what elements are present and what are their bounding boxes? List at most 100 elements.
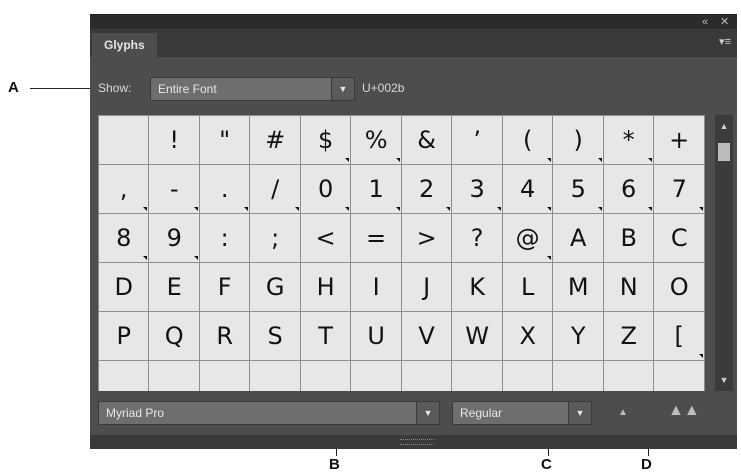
glyph-cell[interactable]: F bbox=[198, 262, 251, 312]
glyph-cell[interactable]: C bbox=[653, 213, 705, 263]
glyph-char: S bbox=[267, 322, 283, 350]
glyph-cell[interactable]: R bbox=[198, 311, 251, 361]
glyph-cell[interactable]: Z bbox=[602, 311, 655, 361]
glyph-cell[interactable] bbox=[501, 360, 554, 391]
glyph-cell[interactable]: V bbox=[400, 311, 453, 361]
show-dropdown[interactable]: Entire Font ▼ bbox=[150, 77, 355, 101]
glyph-cell[interactable]: 6 bbox=[602, 164, 655, 214]
resize-grip[interactable] bbox=[400, 439, 434, 445]
glyph-cell[interactable]: / bbox=[249, 164, 301, 214]
glyph-cell[interactable] bbox=[249, 360, 301, 391]
glyph-cell[interactable] bbox=[451, 360, 503, 391]
glyph-cell[interactable]: = bbox=[350, 213, 402, 263]
glyph-char: T bbox=[318, 322, 333, 350]
font-family-dropdown[interactable]: Myriad Pro ▼ bbox=[98, 401, 440, 425]
glyph-cell[interactable]: 1 bbox=[350, 164, 402, 214]
glyph-cell[interactable]: ) bbox=[552, 115, 604, 165]
glyph-cell[interactable]: % bbox=[350, 115, 402, 165]
glyph-cell[interactable] bbox=[98, 115, 150, 165]
glyph-cell[interactable]: 0 bbox=[299, 164, 352, 214]
glyph-cell[interactable]: ( bbox=[501, 115, 554, 165]
close-icon[interactable]: ✕ bbox=[720, 15, 729, 29]
glyph-char: W bbox=[465, 322, 489, 350]
glyph-cell[interactable]: < bbox=[299, 213, 352, 263]
font-style-dropdown[interactable]: Regular ▼ bbox=[452, 401, 592, 425]
glyph-cell[interactable]: 5 bbox=[552, 164, 604, 214]
glyph-cell[interactable] bbox=[148, 360, 200, 391]
glyph-cell[interactable]: I bbox=[350, 262, 402, 312]
glyph-cell[interactable]: J bbox=[400, 262, 453, 312]
glyph-char: 8 bbox=[116, 224, 132, 252]
glyph-cell[interactable]: , bbox=[98, 164, 150, 214]
glyph-cell[interactable] bbox=[350, 360, 402, 391]
glyph-char: J bbox=[423, 273, 431, 301]
glyph-cell[interactable]: . bbox=[198, 164, 251, 214]
glyph-cell[interactable]: B bbox=[602, 213, 655, 263]
glyph-cell[interactable]: & bbox=[400, 115, 453, 165]
panel-menu-icon[interactable]: ▾≡ bbox=[719, 35, 731, 48]
glyph-row: , -. / 0 1 2 3 4 5 6 7 bbox=[98, 164, 705, 214]
glyph-cell[interactable]: X bbox=[501, 311, 554, 361]
glyph-cell[interactable]: H bbox=[299, 262, 352, 312]
glyph-cell[interactable]: N bbox=[602, 262, 655, 312]
glyph-cell[interactable] bbox=[198, 360, 251, 391]
glyph-cell[interactable]: # bbox=[249, 115, 301, 165]
glyph-cell[interactable]: ; bbox=[249, 213, 301, 263]
glyph-cell[interactable]: E bbox=[148, 262, 200, 312]
glyph-cell[interactable]: M bbox=[552, 262, 604, 312]
glyph-cell[interactable]: @ bbox=[501, 213, 554, 263]
glyph-char: - bbox=[169, 175, 179, 203]
glyph-cell[interactable]: " bbox=[198, 115, 251, 165]
glyph-char: 1 bbox=[368, 175, 384, 203]
glyph-cell[interactable]: T bbox=[299, 311, 352, 361]
scroll-thumb[interactable] bbox=[718, 143, 730, 161]
double-chevron-left-icon[interactable]: « bbox=[702, 15, 708, 29]
glyph-cell[interactable]: U bbox=[350, 311, 402, 361]
large-mountain-icon[interactable]: ▲▲ bbox=[668, 402, 700, 420]
glyph-cell[interactable] bbox=[400, 360, 453, 391]
glyph-char: L bbox=[520, 273, 535, 301]
scroll-up-icon[interactable]: ▲ bbox=[715, 121, 733, 131]
tab-glyphs[interactable]: Glyphs bbox=[92, 33, 157, 57]
alternate-indicator-icon bbox=[496, 207, 501, 211]
glyph-cell[interactable]: 4 bbox=[501, 164, 554, 214]
glyph-scrollbar[interactable]: ▲ ▼ bbox=[715, 115, 733, 391]
glyph-cell[interactable]: A bbox=[552, 213, 604, 263]
glyph-cell[interactable]: 2 bbox=[400, 164, 453, 214]
glyph-cell[interactable]: * bbox=[602, 115, 655, 165]
glyph-cell[interactable]: ! bbox=[148, 115, 200, 165]
glyph-cell[interactable]: - bbox=[148, 164, 200, 214]
glyph-cell[interactable]: L bbox=[501, 262, 554, 312]
glyph-char: Q bbox=[164, 322, 184, 350]
glyph-cell[interactable]: : bbox=[198, 213, 251, 263]
panel-titlebar[interactable]: « ✕ bbox=[90, 15, 737, 29]
callout-d: D bbox=[641, 456, 652, 473]
glyph-cell[interactable]: O bbox=[653, 262, 705, 312]
glyph-cell[interactable]: 7 bbox=[653, 164, 705, 214]
glyph-char: Z bbox=[620, 322, 637, 350]
glyph-cell[interactable] bbox=[653, 360, 705, 391]
glyph-cell[interactable]: Q bbox=[148, 311, 200, 361]
glyph-cell[interactable]: K bbox=[451, 262, 503, 312]
glyph-cell[interactable]: 8 bbox=[98, 213, 150, 263]
glyph-cell[interactable]: 3 bbox=[451, 164, 503, 214]
glyph-cell[interactable]: ? bbox=[451, 213, 503, 263]
glyph-cell[interactable]: Y bbox=[552, 311, 604, 361]
glyph-cell[interactable]: [ bbox=[653, 311, 705, 361]
glyph-cell[interactable]: P bbox=[98, 311, 150, 361]
glyph-cell[interactable] bbox=[552, 360, 604, 391]
glyph-cell[interactable]: 9 bbox=[148, 213, 200, 263]
glyph-cell[interactable]: $ bbox=[299, 115, 352, 165]
scroll-down-icon[interactable]: ▼ bbox=[715, 375, 733, 385]
glyph-cell[interactable]: G bbox=[249, 262, 301, 312]
glyph-cell[interactable]: > bbox=[400, 213, 453, 263]
glyph-cell[interactable]: + bbox=[653, 115, 705, 165]
glyph-cell[interactable] bbox=[299, 360, 352, 391]
glyph-cell[interactable]: S bbox=[249, 311, 301, 361]
glyph-cell[interactable]: ’ bbox=[451, 115, 503, 165]
glyph-cell[interactable] bbox=[602, 360, 655, 391]
glyph-cell[interactable]: D bbox=[98, 262, 150, 312]
small-mountain-icon[interactable]: ▲ bbox=[618, 407, 628, 418]
glyph-cell[interactable] bbox=[98, 360, 150, 391]
glyph-cell[interactable]: W bbox=[451, 311, 503, 361]
